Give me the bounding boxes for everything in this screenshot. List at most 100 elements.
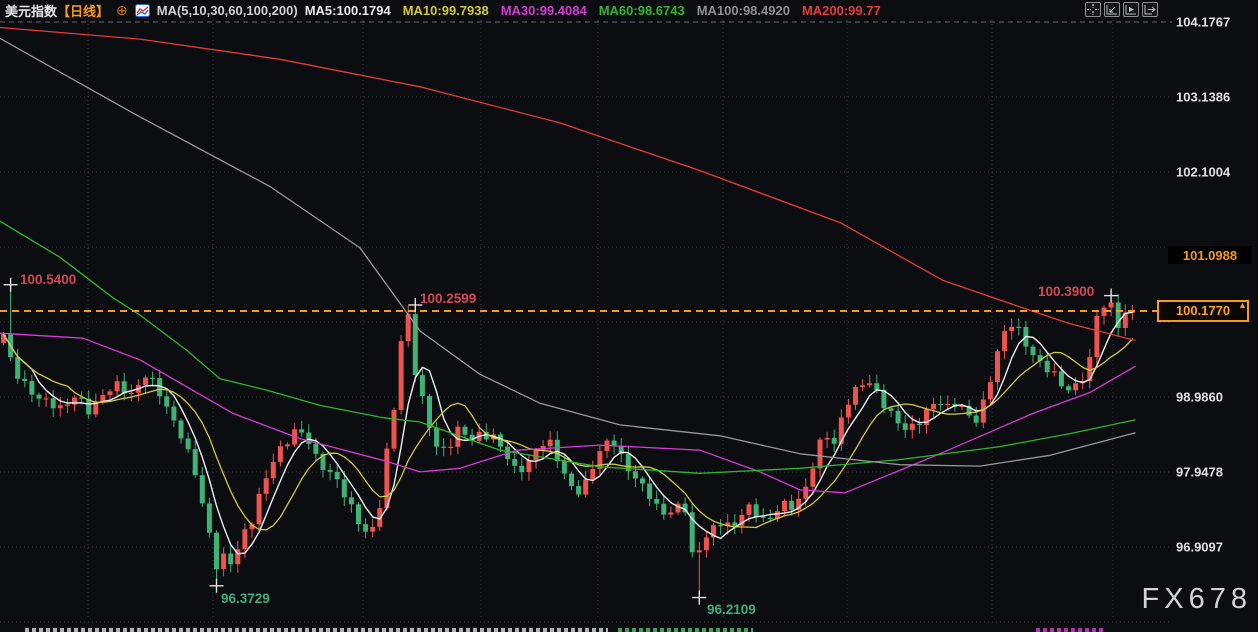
candle-down (1031, 347, 1036, 356)
candle-up (782, 501, 787, 511)
candle-up (747, 504, 752, 515)
candle-up (65, 405, 70, 406)
candle-up (448, 447, 453, 448)
ma-line-MA100 (0, 38, 1135, 466)
candle-down (647, 484, 652, 499)
chart-scale-right-icon[interactable] (1142, 2, 1158, 17)
candle-up (370, 527, 375, 532)
candle-down (349, 497, 354, 504)
chart-play-icon[interactable] (1123, 2, 1139, 17)
candle-down (576, 486, 581, 494)
clipped-text-top (618, 628, 753, 632)
ma-settings-label: MA(5,10,30,60,100,200) (157, 3, 298, 18)
clipped-text-top (1036, 628, 1104, 632)
candle-down (328, 470, 333, 472)
axis-price-label: 102.1004 (1176, 165, 1230, 180)
candle-down (51, 398, 56, 408)
chart-toolbar (1085, 2, 1158, 17)
ma-legend-item: MA200:99.77 (802, 3, 881, 18)
candle-up (931, 404, 936, 409)
candle-down (874, 383, 879, 390)
candle-up (853, 387, 858, 405)
ma-legend-item: MA60:98.6743 (599, 3, 685, 18)
candle-up (548, 440, 553, 446)
candle-down (29, 381, 34, 395)
period-tag: 【日线】 (57, 1, 109, 20)
ma-line-MA5 (4, 312, 1133, 554)
candle-up (271, 462, 276, 478)
candle-down (555, 440, 560, 461)
candle-down (754, 504, 759, 516)
add-indicator-icon[interactable]: ⊕ (116, 3, 128, 17)
chart-scale-left-icon[interactable] (1104, 2, 1120, 17)
price-up-arrow-icon: ▲ (1238, 300, 1247, 310)
candle-down (1059, 371, 1064, 386)
candle-down (15, 357, 20, 379)
candle-down (761, 517, 766, 518)
candle-up (406, 314, 411, 341)
ma-legend: MA5:100.1794MA10:99.7938MA30:99.4084MA60… (305, 3, 881, 18)
candle-up (704, 537, 709, 550)
candle-down (640, 479, 645, 484)
candle-down (1066, 386, 1071, 390)
candle-up (1109, 302, 1114, 307)
ma-legend-item: MA30:99.4084 (501, 3, 587, 18)
candle-up (981, 400, 986, 423)
crosshair-tool-icon[interactable] (1085, 2, 1101, 17)
candle-down (193, 449, 198, 475)
candle-down (633, 471, 638, 478)
candle-down (569, 474, 574, 486)
candle-down (889, 408, 894, 411)
candle-down (463, 427, 468, 435)
candle-up (278, 446, 283, 462)
candle-down (413, 314, 418, 375)
candle-up (44, 398, 49, 399)
candle-down (313, 444, 318, 454)
candle-down (420, 375, 425, 396)
candle-down (1045, 361, 1050, 372)
candle-up (910, 424, 915, 430)
candle-up (1002, 331, 1007, 351)
candle-down (299, 429, 304, 432)
candle-down (335, 472, 340, 479)
candle-up (392, 410, 397, 449)
candle-up (988, 382, 993, 399)
candle-down (363, 524, 368, 531)
candle-down (214, 533, 219, 569)
candle-down (562, 461, 567, 473)
candle-up (257, 494, 262, 524)
clipped-text-top (25, 628, 608, 632)
candle-up (534, 450, 539, 460)
candle-up (143, 378, 148, 385)
candle-up (590, 469, 595, 479)
candle-down (356, 504, 361, 524)
symbol-title: 美元指数 (5, 1, 57, 20)
candle-down (974, 416, 979, 423)
axis-price-label: 103.1386 (1176, 90, 1230, 105)
candle-up (846, 405, 851, 418)
candle-up (668, 512, 673, 514)
candle-down (832, 438, 837, 444)
candle-down (903, 423, 908, 430)
candle-up (1094, 316, 1099, 357)
candle-down (207, 503, 212, 532)
candle-down (306, 433, 311, 444)
candle-up (264, 478, 269, 494)
candle-down (519, 466, 524, 472)
candle-up (825, 438, 830, 440)
candle-up (285, 444, 290, 446)
candle-down (512, 459, 517, 466)
candle-down (342, 479, 347, 497)
chart-canvas[interactable]: 100.5400100.2599100.390096.372996.2109 (0, 0, 1258, 632)
candle-down (434, 428, 439, 447)
candle-up (1009, 327, 1014, 331)
candle-up (108, 391, 113, 395)
candle-up (860, 385, 865, 387)
candle-down (441, 447, 446, 448)
candle-down (22, 379, 27, 381)
ma-line-MA200 (0, 28, 1135, 341)
ma-line-MA10 (4, 334, 1133, 530)
extreme-price-label: 100.2599 (420, 291, 476, 306)
candle-up (818, 440, 823, 469)
axis-price-label: 96.9097 (1176, 540, 1223, 555)
